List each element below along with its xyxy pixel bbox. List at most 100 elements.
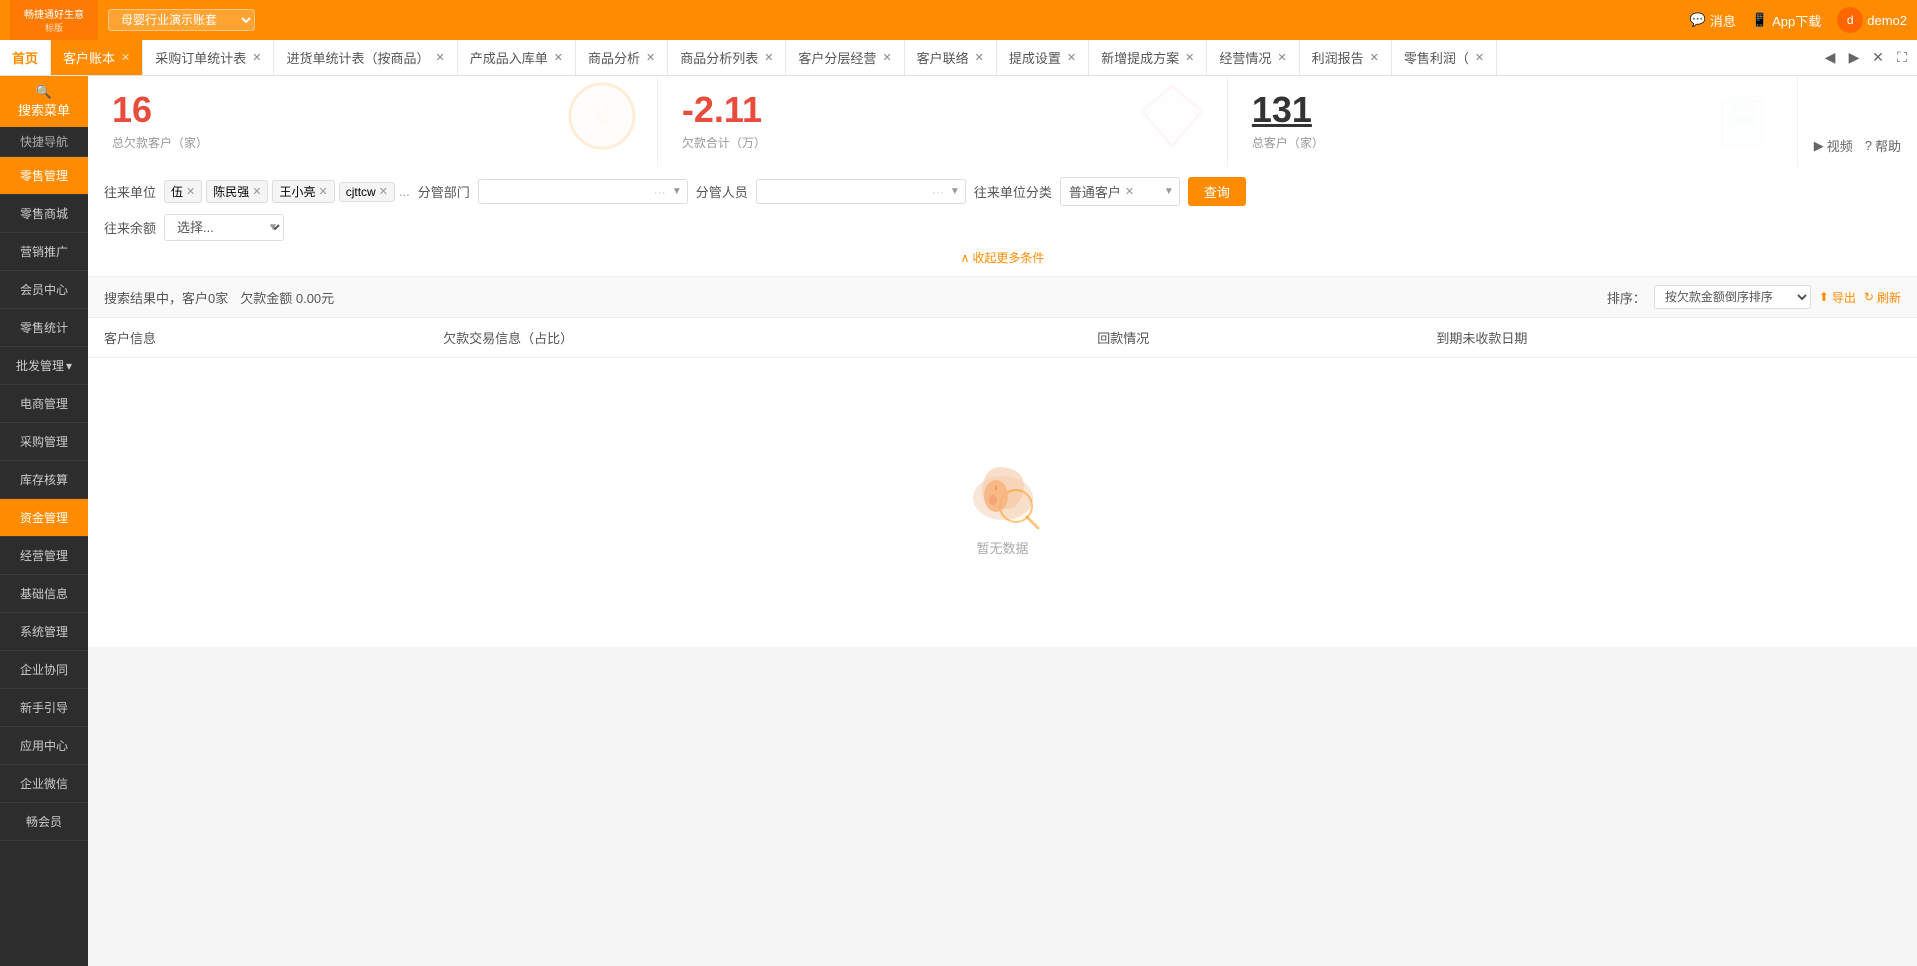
tab-commission-settings[interactable]: 提成设置 ✕ [997,40,1089,75]
tab-next-btn[interactable]: ▶ [1843,47,1865,69]
tab-customer-tier[interactable]: 客户分层经营 ✕ [786,40,904,75]
close-tab-profit-report[interactable]: ✕ [1370,51,1379,64]
search-summary: 搜索结果中，客户0家 [104,288,228,307]
sidebar-item-chang-member[interactable]: 畅会员 [0,803,88,841]
close-tab-purchase-stats[interactable]: ✕ [436,51,445,64]
unit-type-select-wrapper: 普通客户 ✕ ▼ [1060,177,1180,206]
empty-cell: 暂无数据 [88,358,1917,648]
search-button[interactable]: 查询 [1188,177,1246,206]
collapse-filters-btn[interactable]: ∧ 收起更多条件 [961,249,1045,266]
messages-btn[interactable]: 💬 消息 [1690,11,1736,30]
help-icon: ? [1865,138,1872,153]
sidebar-item-retail-mall[interactable]: 零售商城 [0,195,88,233]
tab-prev-btn[interactable]: ◀ [1819,47,1841,69]
empty-label: 暂无数据 [976,538,1028,557]
sidebar-item-purchase[interactable]: 采购管理 [0,423,88,461]
sidebar-item-enterprise-collab[interactable]: 企业协同 [0,651,88,689]
close-tab-goods-analysis[interactable]: ✕ [646,51,655,64]
sidebar-item-app-center[interactable]: 应用中心 [0,727,88,765]
owed-amount-summary: 欠款金额 0.00元 [240,288,334,307]
sidebar-item-marketing[interactable]: 营销推广 [0,233,88,271]
tab-fullscreen-btn[interactable]: ⛶ [1891,47,1913,69]
close-tab-finished-goods[interactable]: ✕ [554,51,563,64]
content-area: ¥ 16 总欠款客户（家） -2.11 欠款合计（万） [88,76,1917,966]
person-filter-label: 分管人员 [696,182,748,201]
close-tab-commission-settings[interactable]: ✕ [1067,51,1076,64]
unit-filter-label: 往来单位 [104,182,156,201]
sidebar-quick-nav[interactable]: 快捷导航 [0,127,88,157]
unit-tags: 伍 ✕ 陈民强 ✕ 王小亮 ✕ cjttcw ✕ ... [164,180,410,203]
tab-purchase-stats[interactable]: 进货单统计表（按商品） ✕ [274,40,457,75]
stat-label-owed: 欠款合计（万） [682,134,766,151]
close-tab-goods-analysis-list[interactable]: ✕ [764,51,773,64]
video-icon: ▶ [1814,138,1824,154]
tab-goods-analysis[interactable]: 商品分析 ✕ [576,40,668,75]
sidebar-search[interactable]: 🔍 搜索菜单 [0,76,88,127]
sidebar-item-finance[interactable]: 资金管理 [0,499,88,537]
remove-unit-wang[interactable]: ✕ [319,185,328,198]
col-repayment: 回款情况 [1081,318,1420,358]
tab-operations[interactable]: 经营情况 ✕ [1207,40,1299,75]
tab-finished-goods[interactable]: 产成品入库单 ✕ [458,40,576,75]
more-unit-tags[interactable]: ... [399,184,410,199]
close-tab-customer-contact[interactable]: ✕ [975,51,984,64]
tab-close-all-btn[interactable]: ✕ [1867,47,1889,69]
remove-unit-cjttcw[interactable]: ✕ [379,185,388,198]
sidebar-item-beginner[interactable]: 新手引导 [0,689,88,727]
sidebar-item-retail[interactable]: 零售管理 [0,157,88,195]
video-help-btn[interactable]: ▶ 视频 [1814,136,1853,155]
sidebar-item-system[interactable]: 系统管理 [0,613,88,651]
close-tab-customer-tier[interactable]: ✕ [882,51,891,64]
demo-account-select[interactable]: 母婴行业演示账套 [108,9,255,31]
sidebar-item-wechat-work[interactable]: 企业微信 [0,765,88,803]
tab-customer-contact[interactable]: 客户联络 ✕ [905,40,997,75]
stat-bg-building-icon [1707,81,1777,163]
sidebar-item-ecommerce[interactable]: 电商管理 [0,385,88,423]
tab-purchase-order[interactable]: 采购订单统计表 ✕ [143,40,274,75]
remove-unit-wu[interactable]: ✕ [186,185,195,198]
person-more-icon[interactable]: ··· [932,185,944,199]
stat-value-total: 131 [1252,92,1312,128]
table-header: 客户信息 欠款交易信息（占比） 回款情况 到期未收款日期 [88,318,1917,358]
empty-row: 暂无数据 [88,358,1917,648]
tab-new-commission[interactable]: 新增提成方案 ✕ [1089,40,1207,75]
logo-area: 畅捷通好生意 标版 [10,0,98,40]
dept-more-icon[interactable]: ··· [654,185,666,199]
sidebar-item-operations[interactable]: 经营管理 [0,537,88,575]
sidebar-item-wholesale[interactable]: 批发管理 ▾ [0,347,88,385]
user-menu[interactable]: d demo2 [1837,7,1907,33]
remove-unit-type-tag[interactable]: ✕ [1125,185,1134,198]
help-btn[interactable]: ? 帮助 [1865,136,1901,155]
export-btn[interactable]: ⬆ 导出 [1819,289,1856,306]
sidebar-item-inventory[interactable]: 库存核算 [0,461,88,499]
tab-profit-report[interactable]: 利润报告 ✕ [1300,40,1392,75]
remainder-select[interactable]: 选择... [164,214,284,241]
close-tab-purchase-order[interactable]: ✕ [252,51,261,64]
close-tab-new-commission[interactable]: ✕ [1185,51,1194,64]
tab-customer-ledger[interactable]: 客户账本 ✕ [51,40,143,75]
sort-select[interactable]: 按欠款金额倒序排序 [1654,285,1811,309]
remainder-select-wrapper: 选择... ▼ [164,214,284,241]
tab-retail-profit[interactable]: 零售利润（ ✕ [1392,40,1497,75]
stat-card-customers: ¥ 16 总欠款客户（家） [88,76,658,167]
stat-value-customers: 16 [112,92,152,128]
close-tab-customer-ledger[interactable]: ✕ [121,51,130,64]
col-owed-info: 欠款交易信息（占比） [427,318,1081,358]
close-tab-retail-profit[interactable]: ✕ [1475,51,1484,64]
sidebar-item-retail-stats[interactable]: 零售统计 [0,309,88,347]
tab-goods-analysis-list[interactable]: 商品分析列表 ✕ [668,40,786,75]
col-due-date: 到期未收款日期 [1420,318,1917,358]
remove-unit-chen[interactable]: ✕ [252,185,261,198]
sidebar-item-basic-info[interactable]: 基础信息 [0,575,88,613]
svg-text:¥: ¥ [593,101,610,132]
download-icon: 📱 [1752,12,1768,28]
nav-tabs-bar: 首页 客户账本 ✕ 采购订单统计表 ✕ 进货单统计表（按商品） ✕ 产成品入库单… [0,40,1917,76]
sidebar-item-member[interactable]: 会员中心 [0,271,88,309]
stats-wrapper: ¥ 16 总欠款客户（家） -2.11 欠款合计（万） [88,76,1917,167]
app-download-btn[interactable]: 📱 App下载 [1752,11,1821,30]
search-icon: 🔍 [36,84,52,99]
tab-home[interactable]: 首页 [0,40,51,75]
avatar: d [1837,7,1863,33]
refresh-btn[interactable]: ↻ 刷新 [1864,289,1901,306]
close-tab-operations[interactable]: ✕ [1277,51,1286,64]
